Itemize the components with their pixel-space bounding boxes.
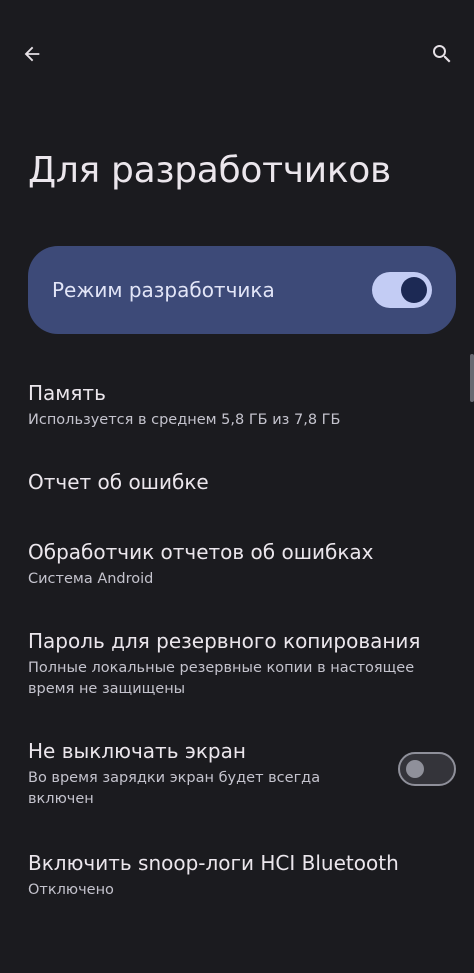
setting-title: Пароль для резервного копирования (28, 629, 421, 653)
switch-thumb (406, 760, 424, 778)
setting-stay-awake[interactable]: Не выключать экран Во время зарядки экра… (0, 738, 474, 810)
setting-backup-password[interactable]: Пароль для резервного копирования Полные… (0, 628, 474, 700)
developer-mode-card[interactable]: Режим разработчика (28, 246, 456, 334)
setting-title: Включить snoop-логи HCI Bluetooth (28, 851, 399, 875)
back-button[interactable] (14, 36, 50, 72)
setting-title: Не выключать экран (28, 739, 246, 763)
setting-bug-report-handler[interactable]: Обработчик отчетов об ошибках Система An… (0, 539, 474, 590)
page-title: Для разработчиков (28, 150, 391, 191)
search-icon (433, 45, 451, 63)
settings-list: Память Используется в среднем 5,8 ГБ из … (0, 380, 474, 901)
setting-bug-report[interactable]: Отчет об ошибке (0, 469, 474, 495)
setting-title: Отчет об ошибке (28, 470, 209, 494)
setting-summary: Во время зарядки экран будет всегда вклю… (28, 770, 321, 807)
setting-memory[interactable]: Память Используется в среднем 5,8 ГБ из … (0, 380, 474, 431)
setting-title: Обработчик отчетов об ошибках (28, 540, 374, 564)
stay-awake-switch[interactable] (398, 752, 456, 786)
setting-summary: Отключено (28, 882, 114, 898)
developer-mode-label: Режим разработчика (52, 278, 275, 302)
switch-thumb (401, 277, 427, 303)
search-button[interactable] (424, 36, 460, 72)
top-app-bar (0, 0, 474, 110)
setting-summary: Используется в среднем 5,8 ГБ из 7,8 ГБ (28, 412, 341, 428)
developer-mode-switch[interactable] (372, 272, 432, 308)
setting-title: Память (28, 381, 106, 405)
setting-summary: Система Android (28, 571, 154, 587)
setting-bluetooth-hci-snoop-log[interactable]: Включить snoop-логи HCI Bluetooth Отключ… (0, 850, 474, 901)
arrow-left-icon (24, 46, 40, 62)
setting-summary: Полные локальные резервные копии в насто… (28, 660, 415, 697)
